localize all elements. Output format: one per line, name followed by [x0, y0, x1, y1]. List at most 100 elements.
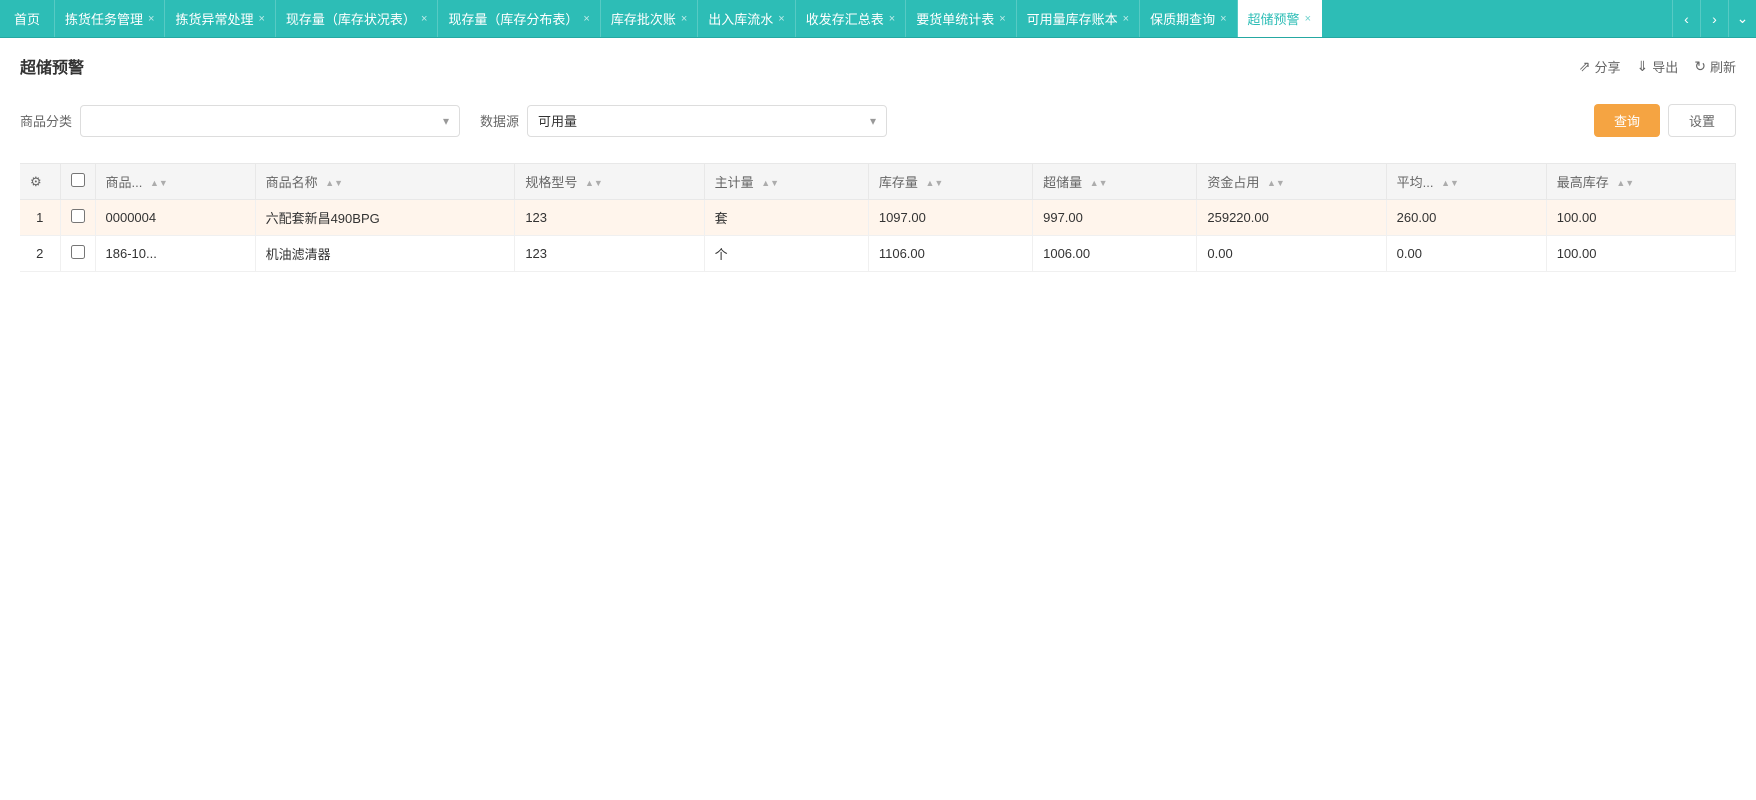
datasource-chevron-icon [870, 113, 876, 128]
nav-tab-10[interactable]: 超储预警 × [1238, 0, 1322, 37]
export-action[interactable]: ⇓ 导出 [1637, 57, 1679, 76]
row-spec: 123 [515, 200, 704, 236]
col-unit[interactable]: 主计量 ▲▼ [704, 164, 868, 200]
close-tab-0[interactable]: × [148, 13, 154, 25]
nav-tab-4[interactable]: 库存批次账 × [601, 0, 698, 37]
row-max-stock: 100.00 [1546, 236, 1735, 272]
sort-unit-icon: ▲▼ [761, 179, 779, 188]
row-capital: 259220.00 [1197, 200, 1386, 236]
nav-tab-5[interactable]: 出入库流水 × [698, 0, 795, 37]
row-avg: 260.00 [1386, 200, 1546, 236]
close-tab-2[interactable]: × [421, 13, 427, 25]
refresh-action[interactable]: ↻ 刷新 [1694, 57, 1736, 76]
share-action[interactable]: ⇗ 分享 [1579, 57, 1621, 76]
share-icon: ⇗ [1579, 58, 1591, 75]
col-overstock[interactable]: 超储量 ▲▼ [1033, 164, 1197, 200]
category-filter-group: 商品分类 [20, 105, 460, 137]
sort-capital-icon: ▲▼ [1267, 179, 1285, 188]
close-tab-5[interactable]: × [778, 13, 784, 25]
datasource-filter-group: 数据源 可用量 [480, 105, 887, 137]
col-stock[interactable]: 库存量 ▲▼ [868, 164, 1032, 200]
sort-product-code-icon: ▲▼ [150, 179, 168, 188]
filter-row: 商品分类 数据源 可用量 查询 设置 [20, 94, 1736, 147]
col-max-stock[interactable]: 最高库存 ▲▼ [1546, 164, 1735, 200]
row-checkbox[interactable] [71, 245, 85, 259]
col-product-name[interactable]: 商品名称 ▲▼ [255, 164, 515, 200]
nav-home[interactable]: 首页 [0, 0, 55, 37]
header-actions: ⇗ 分享 ⇓ 导出 ↻ 刷新 [1579, 57, 1736, 76]
col-spec[interactable]: 规格型号 ▲▼ [515, 164, 704, 200]
sort-avg-icon: ▲▼ [1441, 179, 1459, 188]
close-tab-3[interactable]: × [583, 13, 589, 25]
row-max-stock: 100.00 [1546, 200, 1735, 236]
col-checkbox [60, 164, 95, 200]
table-row: 1 0000004 六配套新昌490BPG 123 套 1097.00 997.… [20, 200, 1736, 236]
close-tab-6[interactable]: × [889, 13, 895, 25]
close-tab-7[interactable]: × [999, 13, 1005, 25]
table-header-row: ⚙ 商品... ▲▼ 商品名称 ▲▼ 规格型号 ▲▼ 主计量 [20, 164, 1736, 200]
row-product-code: 186-10... [95, 236, 255, 272]
row-checkbox-cell [60, 200, 95, 236]
nav-tab-2[interactable]: 现存量（库存状况表） × [276, 0, 438, 37]
col-avg[interactable]: 平均... ▲▼ [1386, 164, 1546, 200]
nav-tab-7[interactable]: 要货单统计表 × [906, 0, 1016, 37]
col-capital[interactable]: 资金占用 ▲▼ [1197, 164, 1386, 200]
close-tab-1[interactable]: × [258, 13, 264, 25]
row-product-name: 机油滤清器 [255, 236, 515, 272]
export-icon: ⇓ [1637, 58, 1649, 75]
nav-arrows: ‹ › ⌄ [1672, 0, 1756, 37]
data-table: ⚙ 商品... ▲▼ 商品名称 ▲▼ 规格型号 ▲▼ 主计量 [20, 163, 1736, 272]
row-checkbox-cell [60, 236, 95, 272]
sort-spec-icon: ▲▼ [585, 179, 603, 188]
datasource-select[interactable]: 可用量 [527, 105, 887, 137]
table-row: 2 186-10... 机油滤清器 123 个 1106.00 1006.00 … [20, 236, 1736, 272]
nav-next-button[interactable]: › [1700, 0, 1728, 37]
row-capital: 0.00 [1197, 236, 1386, 272]
row-unit: 个 [704, 236, 868, 272]
row-stock: 1106.00 [868, 236, 1032, 272]
row-spec: 123 [515, 236, 704, 272]
row-product-name: 六配套新昌490BPG [255, 200, 515, 236]
close-tab-4[interactable]: × [681, 13, 687, 25]
col-product-code[interactable]: 商品... ▲▼ [95, 164, 255, 200]
page-title: 超储预警 [20, 54, 84, 78]
nav-tab-0[interactable]: 拣货任务管理 × [55, 0, 165, 37]
close-tab-8[interactable]: × [1123, 13, 1129, 25]
nav-tab-9[interactable]: 保质期查询 × [1140, 0, 1237, 37]
main-content: 超储预警 ⇗ 分享 ⇓ 导出 ↻ 刷新 商品分类 数据源 [0, 38, 1756, 800]
col-settings[interactable]: ⚙ [20, 164, 60, 200]
nav-tab-1[interactable]: 拣货异常处理 × [165, 0, 275, 37]
row-number: 1 [20, 200, 60, 236]
datasource-select-value: 可用量 [538, 111, 577, 130]
select-all-checkbox[interactable] [71, 173, 85, 187]
category-chevron-icon [443, 113, 449, 128]
row-overstock: 1006.00 [1033, 236, 1197, 272]
filter-btn-group: 查询 设置 [1594, 104, 1736, 137]
close-tab-9[interactable]: × [1220, 13, 1226, 25]
row-product-code: 0000004 [95, 200, 255, 236]
sort-max-stock-icon: ▲▼ [1616, 179, 1634, 188]
row-number: 2 [20, 236, 60, 272]
row-stock: 1097.00 [868, 200, 1032, 236]
category-select[interactable] [80, 105, 460, 137]
sort-product-name-icon: ▲▼ [325, 179, 343, 188]
nav-tab-8[interactable]: 可用量库存账本 × [1017, 0, 1140, 37]
nav-tab-3[interactable]: 现存量（库存分布表） × [438, 0, 600, 37]
sort-overstock-icon: ▲▼ [1090, 179, 1108, 188]
row-checkbox[interactable] [71, 209, 85, 223]
page-header: 超储预警 ⇗ 分享 ⇓ 导出 ↻ 刷新 [20, 54, 1736, 78]
row-overstock: 997.00 [1033, 200, 1197, 236]
settings-button[interactable]: 设置 [1668, 104, 1736, 137]
datasource-label: 数据源 [480, 111, 519, 130]
top-nav: 首页 拣货任务管理 × 拣货异常处理 × 现存量（库存状况表） × 现存量（库存… [0, 0, 1756, 38]
nav-tab-6[interactable]: 收发存汇总表 × [796, 0, 906, 37]
refresh-icon: ↻ [1694, 58, 1706, 75]
category-label: 商品分类 [20, 111, 72, 130]
row-unit: 套 [704, 200, 868, 236]
nav-prev-button[interactable]: ‹ [1672, 0, 1700, 37]
table-body: 1 0000004 六配套新昌490BPG 123 套 1097.00 997.… [20, 200, 1736, 272]
nav-menu-button[interactable]: ⌄ [1728, 0, 1756, 37]
row-avg: 0.00 [1386, 236, 1546, 272]
query-button[interactable]: 查询 [1594, 104, 1660, 137]
close-tab-10[interactable]: × [1305, 13, 1311, 25]
